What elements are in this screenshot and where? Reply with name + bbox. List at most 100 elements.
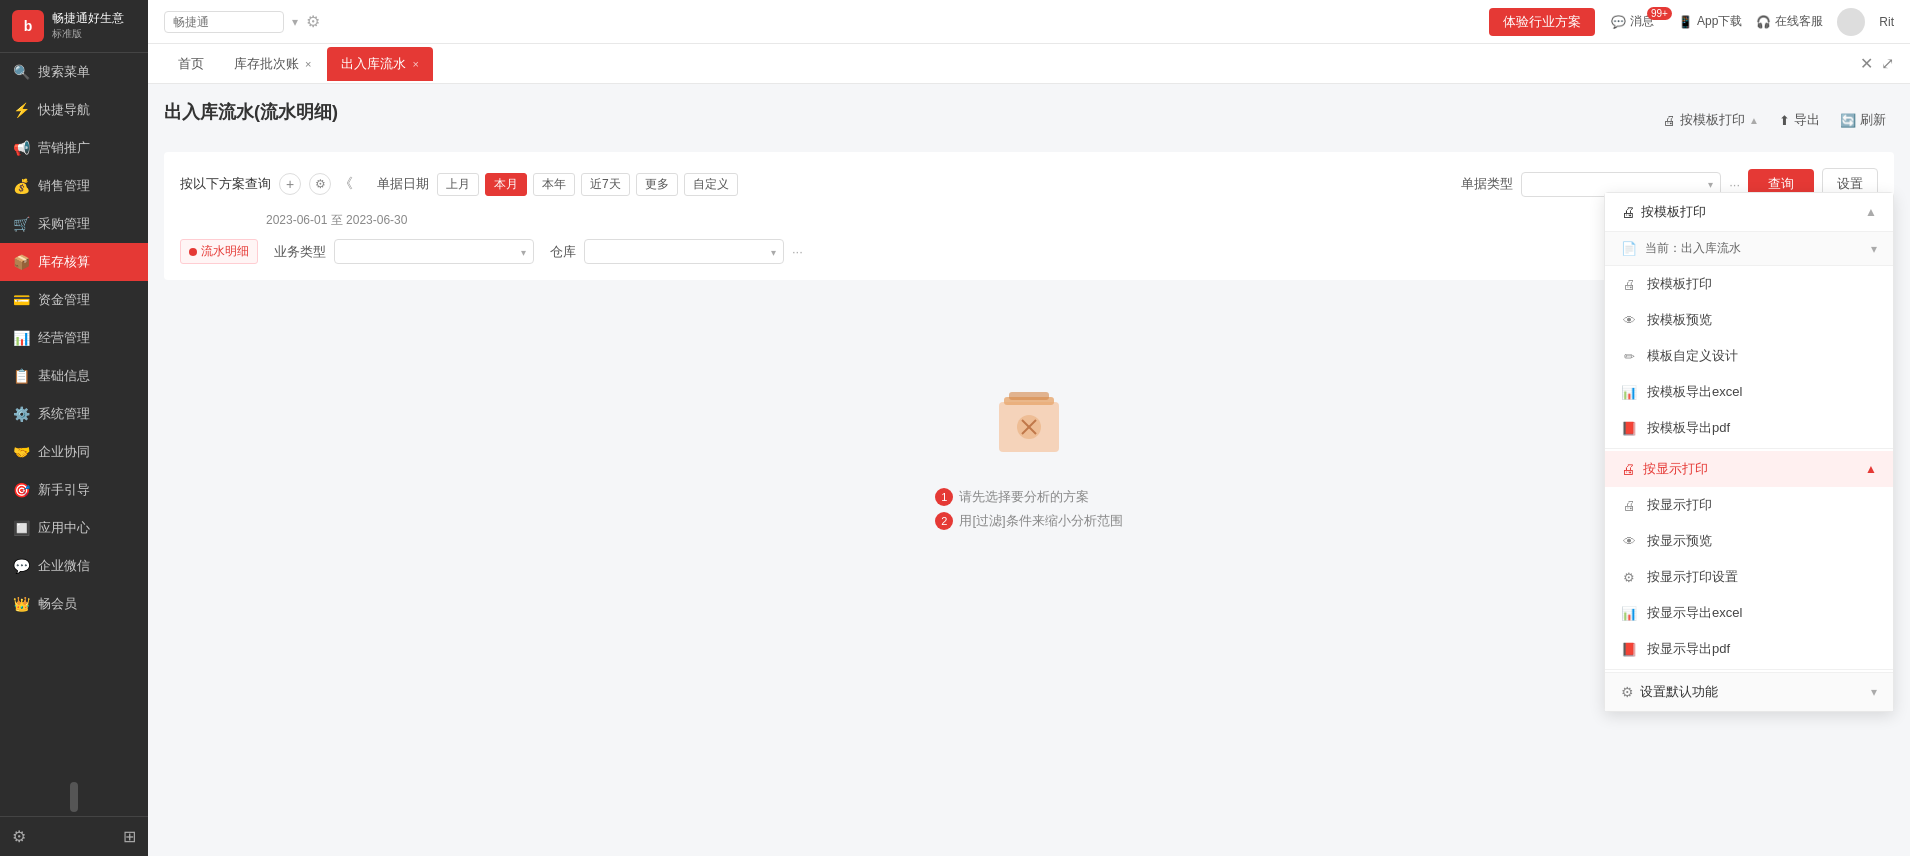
sidebar-item-label: 营销推广 xyxy=(38,139,90,157)
current-template-arrow[interactable]: ▾ xyxy=(1871,242,1877,256)
collapse-sidebar-icon[interactable]: ⊞ xyxy=(123,827,136,846)
dropdown-display-preview[interactable]: 👁 按显示预览 xyxy=(1605,523,1893,559)
filter-tag-label: 流水明细 xyxy=(201,243,249,260)
app-download-item[interactable]: 📱 App下载 xyxy=(1678,13,1742,30)
sidebar-item-search[interactable]: 🔍 搜索菜单 xyxy=(0,53,148,91)
sidebar-item-sales[interactable]: 💰 销售管理 xyxy=(0,167,148,205)
user-avatar[interactable] xyxy=(1837,8,1865,36)
export-btn[interactable]: ⬆ 导出 xyxy=(1771,107,1828,133)
search-label: 按以下方案查询 xyxy=(180,175,271,193)
app-name: 畅捷通好生意 xyxy=(52,11,124,27)
sidebar-item-cooperation[interactable]: 🤝 企业协同 xyxy=(0,433,148,471)
sidebar-item-apps[interactable]: 🔲 应用中心 xyxy=(0,509,148,547)
sidebar-item-system[interactable]: ⚙️ 系统管理 xyxy=(0,395,148,433)
cooperation-icon: 🤝 xyxy=(12,443,30,461)
template-export-pdf-label: 按模板导出pdf xyxy=(1647,419,1730,437)
sidebar-item-basic[interactable]: 📋 基础信息 xyxy=(0,357,148,395)
system-icon: ⚙️ xyxy=(12,405,30,423)
date-last-7-btn[interactable]: 近7天 xyxy=(581,173,630,196)
default-settings-item[interactable]: ⚙ 设置默认功能 xyxy=(1621,683,1718,701)
display-printer-icon: 🖨 xyxy=(1621,497,1637,513)
date-last-month-btn[interactable]: 上月 xyxy=(437,173,479,196)
default-settings-icon: ⚙ xyxy=(1621,684,1634,700)
print-btn[interactable]: 🖨 按模板打印 ▲ xyxy=(1655,107,1767,133)
collapse-filter-btn[interactable]: 《 xyxy=(339,175,353,193)
message-item[interactable]: 💬 消息 99+ xyxy=(1611,13,1664,30)
date-range-text: 2023-06-01 至 2023-06-30 xyxy=(266,213,407,227)
breadcrumb-input[interactable] xyxy=(164,11,284,33)
page-content: 出入库流水(流水明细) 🖨 按模板打印 ▲ ⬆ 导出 🔄 刷新 xyxy=(148,84,1910,856)
display-section-arrow[interactable]: ▲ xyxy=(1865,462,1877,476)
page-title: 出入库流水(流水明细) xyxy=(164,100,338,124)
date-this-month-btn[interactable]: 本月 xyxy=(485,173,527,196)
sidebar-item-finance[interactable]: 💳 资金管理 xyxy=(0,281,148,319)
dropdown-display-export-pdf[interactable]: 📕 按显示导出pdf xyxy=(1605,631,1893,667)
pdf-icon: 📕 xyxy=(1621,420,1637,436)
tab-flow-close[interactable]: × xyxy=(412,58,418,70)
sidebar-footer: ⚙ ⊞ xyxy=(0,816,148,856)
tab-home[interactable]: 首页 xyxy=(164,47,218,81)
purchase-icon: 🛒 xyxy=(12,215,30,233)
sidebar-item-guide[interactable]: 🎯 新手引导 xyxy=(0,471,148,509)
dropdown-display-export-excel[interactable]: 📊 按显示导出excel xyxy=(1605,595,1893,631)
gear-icon[interactable]: ⚙ xyxy=(306,12,320,31)
date-more-btn[interactable]: 更多 xyxy=(636,173,678,196)
template-preview-label: 按模板预览 xyxy=(1647,311,1712,329)
filter-settings-btn[interactable]: ⚙ xyxy=(309,173,331,195)
warehouse-select[interactable] xyxy=(584,239,784,264)
dropdown-up-arrow[interactable]: ▲ xyxy=(1865,205,1877,219)
logo-icon: b xyxy=(12,10,44,42)
dropdown-template-export-excel[interactable]: 📊 按模板导出excel xyxy=(1605,374,1893,410)
sidebar-item-marketing[interactable]: 📢 营销推广 xyxy=(0,129,148,167)
preview-icon: 👁 xyxy=(1621,312,1637,328)
sidebar-item-wechat[interactable]: 💬 企业微信 xyxy=(0,547,148,585)
warehouse-more-icon[interactable]: ··· xyxy=(792,244,803,259)
tab-inventory-batch[interactable]: 库存批次账 × xyxy=(220,47,325,81)
sidebar-item-label: 资金管理 xyxy=(38,291,90,309)
date-custom-btn[interactable]: 自定义 xyxy=(684,173,738,196)
date-this-year-btn[interactable]: 本年 xyxy=(533,173,575,196)
sidebar-item-label: 搜索菜单 xyxy=(38,63,90,81)
doc-type-more-icon[interactable]: ··· xyxy=(1729,177,1740,192)
refresh-btn[interactable]: 🔄 刷新 xyxy=(1832,107,1894,133)
trial-btn[interactable]: 体验行业方案 xyxy=(1489,8,1595,36)
close-all-icon[interactable]: ✕ xyxy=(1860,54,1873,73)
display-print-label: 按显示打印 xyxy=(1647,496,1712,514)
expand-icon[interactable]: ⤢ xyxy=(1881,54,1894,73)
sidebar-item-operations[interactable]: 📊 经营管理 xyxy=(0,319,148,357)
tab-flow[interactable]: 出入库流水 × xyxy=(327,47,432,81)
dropdown-display-print[interactable]: 🖨 按显示打印 xyxy=(1605,487,1893,523)
app-logo: b 畅捷通好生意 标准版 xyxy=(0,0,148,53)
sidebar-item-quick-nav[interactable]: ⚡ 快捷导航 xyxy=(0,91,148,129)
sidebar: b 畅捷通好生意 标准版 🔍 搜索菜单 ⚡ 快捷导航 📢 营销推广 💰 销售管理… xyxy=(0,0,148,856)
sidebar-item-purchase[interactable]: 🛒 采购管理 xyxy=(0,205,148,243)
dropdown-display-print-settings[interactable]: ⚙ 按显示打印设置 xyxy=(1605,559,1893,595)
online-service-item[interactable]: 🎧 在线客服 xyxy=(1756,13,1823,30)
warehouse-field: 仓库 ▾ ··· xyxy=(550,239,803,264)
biz-type-label: 业务类型 xyxy=(274,243,326,261)
message-badge: 99+ xyxy=(1647,7,1672,20)
dropdown-chevron-icon[interactable]: ▾ xyxy=(292,15,298,29)
display-print-settings-label: 按显示打印设置 xyxy=(1647,568,1738,586)
dropdown-header: 🖨 按模板打印 ▲ xyxy=(1605,193,1893,232)
biz-type-select[interactable] xyxy=(334,239,534,264)
app-download-label: App下载 xyxy=(1697,13,1742,30)
dropdown-template-custom[interactable]: ✏ 模板自定义设计 xyxy=(1605,338,1893,374)
dropdown-template-export-pdf[interactable]: 📕 按模板导出pdf xyxy=(1605,410,1893,446)
add-filter-btn[interactable]: + xyxy=(279,173,301,195)
biz-type-field: 业务类型 ▾ xyxy=(274,239,534,264)
header-actions: 体验行业方案 💬 消息 99+ 📱 App下载 🎧 在线客服 Rit xyxy=(1489,8,1894,36)
display-print-section-header: 🖨 按显示打印 ▲ xyxy=(1605,451,1893,487)
header-left: ▾ ⚙ xyxy=(164,11,320,33)
sidebar-item-inventory[interactable]: 📦 库存核算 xyxy=(0,243,148,281)
doc-icon: 📄 xyxy=(1621,241,1637,256)
tab-inventory-batch-close[interactable]: × xyxy=(305,58,311,70)
template-custom-label: 模板自定义设计 xyxy=(1647,347,1738,365)
tip-2-text: 用[过滤]条件来缩小分析范围 xyxy=(959,512,1122,530)
settings-footer-icon[interactable]: ⚙ xyxy=(12,827,26,846)
dropdown-template-print[interactable]: 🖨 按模板打印 xyxy=(1605,266,1893,302)
display-section-title: 🖨 按显示打印 xyxy=(1621,460,1708,478)
dropdown-bottom[interactable]: ⚙ 设置默认功能 ▾ xyxy=(1605,672,1893,711)
dropdown-template-preview[interactable]: 👁 按模板预览 xyxy=(1605,302,1893,338)
sidebar-item-member[interactable]: 👑 畅会员 xyxy=(0,585,148,623)
